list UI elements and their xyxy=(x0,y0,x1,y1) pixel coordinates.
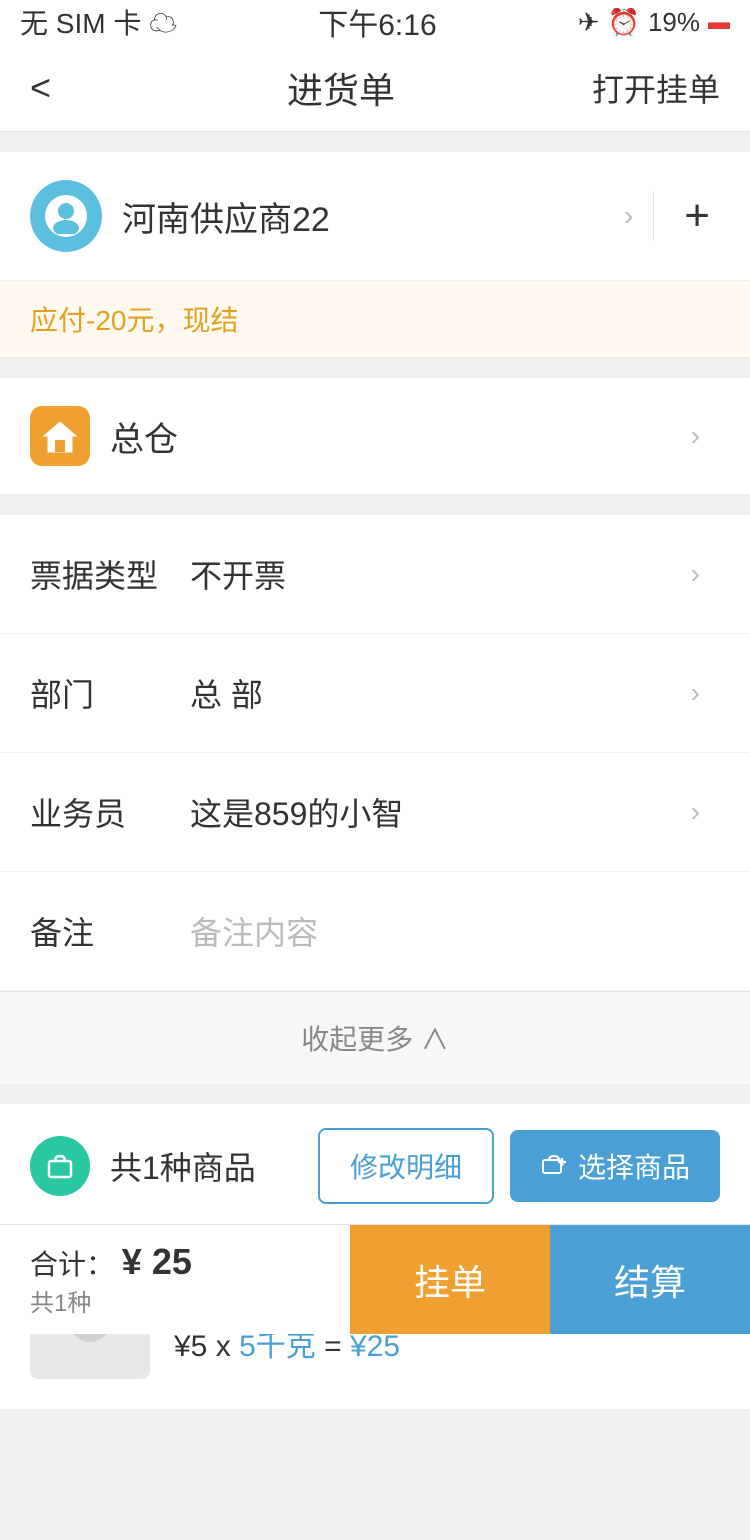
invoice-type-label: 票据类型 xyxy=(30,551,170,597)
shopping-bag-icon xyxy=(43,1149,77,1183)
gap-1 xyxy=(0,132,750,152)
settle-button[interactable]: 结算 xyxy=(550,1225,750,1334)
product-unit-price: ¥5 xyxy=(174,1330,207,1363)
supplier-divider xyxy=(653,191,654,241)
open-hang-button[interactable]: 打开挂单 xyxy=(592,65,720,111)
department-value: 总 部 xyxy=(170,670,691,716)
hang-button[interactable]: 挂单 xyxy=(350,1225,550,1334)
page-title: 进货单 xyxy=(287,62,395,114)
invoice-type-chevron-icon: › xyxy=(691,558,700,590)
total-amount: ¥ 25 xyxy=(122,1241,192,1282)
salesman-row[interactable]: 业务员 这是859的小智 › xyxy=(0,753,750,872)
battery-level: 19% xyxy=(648,7,700,38)
warehouse-row[interactable]: 总仓 › xyxy=(0,378,750,495)
remark-input[interactable]: 备注内容 xyxy=(170,908,720,954)
back-button[interactable]: < xyxy=(30,67,90,109)
location-icon: ✈ xyxy=(578,7,600,38)
department-chevron-icon: › xyxy=(691,677,700,709)
gap-4 xyxy=(0,1084,750,1104)
person-icon xyxy=(48,198,84,234)
price-equals: = xyxy=(324,1330,350,1363)
supplier-name: 河南供应商22 xyxy=(122,192,624,241)
warehouse-icon xyxy=(30,406,90,466)
alarm-icon: ⏰ xyxy=(608,7,640,38)
collapse-bar[interactable]: 收起更多 ∧ xyxy=(0,991,750,1084)
battery-icon: ▬ xyxy=(708,9,730,35)
product-cart-icon xyxy=(30,1136,90,1196)
home-icon xyxy=(42,418,78,454)
supplier-avatar xyxy=(30,180,102,252)
nav-bar: < 进货单 打开挂单 xyxy=(0,44,750,132)
supplier-chevron-icon: › xyxy=(624,200,633,232)
invoice-type-value: 不开票 xyxy=(170,551,691,597)
footer-total: 合计： ¥ 25 共1种 xyxy=(0,1225,350,1334)
product-count: 共1种商品 xyxy=(110,1143,318,1189)
add-supplier-button[interactable]: + xyxy=(674,191,720,241)
edit-detail-button[interactable]: 修改明细 xyxy=(318,1128,494,1204)
salesman-value: 这是859的小智 xyxy=(170,789,691,835)
status-bar: 无 SIM 卡 ☁ 下午6:16 ✈ ⏰ 19% ▬ xyxy=(0,0,750,44)
salesman-label: 业务员 xyxy=(30,789,170,835)
product-header: 共1种商品 修改明细 选择商品 xyxy=(0,1104,750,1229)
status-right: ✈ ⏰ 19% ▬ xyxy=(578,7,730,38)
remark-label: 备注 xyxy=(30,908,170,954)
invoice-type-row[interactable]: 票据类型 不开票 › xyxy=(0,515,750,634)
status-left: 无 SIM 卡 ☁ xyxy=(20,2,177,42)
status-time: 下午6:16 xyxy=(318,0,436,44)
supplier-section: 河南供应商22 › + 应付-20元，现结 xyxy=(0,152,750,358)
supplier-row[interactable]: 河南供应商22 › + xyxy=(0,152,750,281)
product-quantity: 5千克 xyxy=(239,1330,316,1363)
footer: 合计： ¥ 25 共1种 挂单 结算 xyxy=(0,1224,750,1334)
select-product-button[interactable]: 选择商品 xyxy=(510,1130,720,1202)
salesman-chevron-icon: › xyxy=(691,796,700,828)
total-count: 共1种 xyxy=(30,1283,320,1318)
supplier-info-banner: 应付-20元，现结 xyxy=(0,281,750,358)
footer-spacer xyxy=(0,1410,750,1540)
select-product-label: 选择商品 xyxy=(578,1146,690,1186)
warehouse-name: 总仓 xyxy=(110,412,691,461)
total-label: 合计： xyxy=(30,1249,114,1280)
department-label: 部门 xyxy=(30,670,170,716)
sim-status: 无 SIM 卡 ☁ xyxy=(20,2,177,42)
form-section: 票据类型 不开票 › 部门 总 部 › 业务员 这是859的小智 › 备注 备注… xyxy=(0,515,750,1084)
remark-row[interactable]: 备注 备注内容 xyxy=(0,872,750,991)
department-row[interactable]: 部门 总 部 › xyxy=(0,634,750,753)
price-multiply: x xyxy=(216,1330,239,1363)
product-subtotal: ¥25 xyxy=(350,1330,400,1363)
gap-2 xyxy=(0,358,750,378)
total-line: 合计： ¥ 25 xyxy=(30,1241,320,1283)
cart-add-icon xyxy=(540,1152,568,1180)
gap-3 xyxy=(0,495,750,515)
avatar-icon xyxy=(45,195,87,237)
warehouse-section: 总仓 › xyxy=(0,378,750,495)
warehouse-chevron-icon: › xyxy=(691,420,700,452)
